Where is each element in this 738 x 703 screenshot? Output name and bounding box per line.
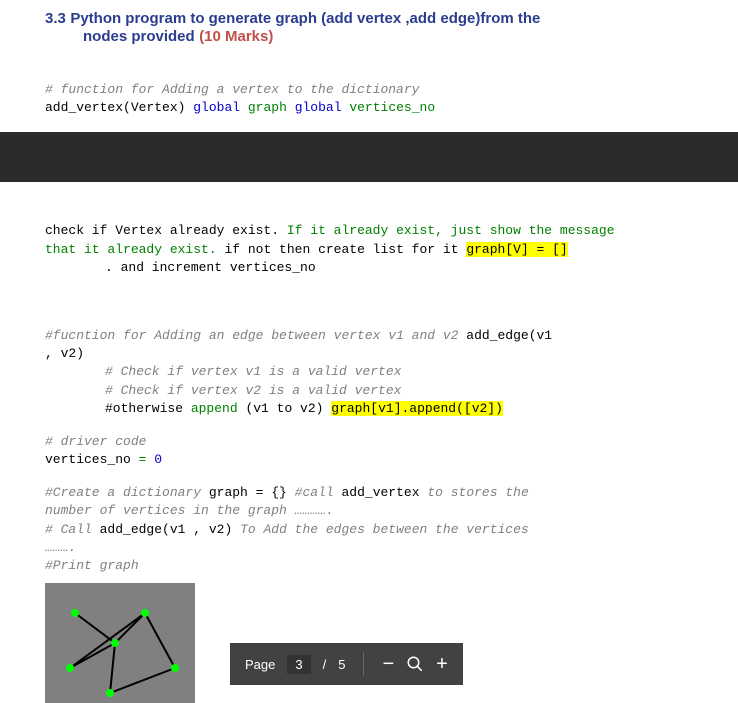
code-text: add_vertex — [342, 485, 420, 500]
comment-line: to stores the — [427, 485, 528, 500]
comment-line: To Add the edges between the vertices — [240, 522, 529, 537]
code-text: add_edge(v1 — [466, 328, 552, 343]
comment-line: #Create a dictionary — [45, 485, 201, 500]
comment-line: #fucntion for Adding an edge between ver… — [45, 328, 458, 343]
code-block-3: #fucntion for Adding an edge between ver… — [0, 327, 738, 418]
identifier: graph — [248, 100, 287, 115]
dark-separator — [0, 132, 738, 182]
total-pages: 5 — [338, 657, 345, 672]
question-header: 3.3 Python program to generate graph (ad… — [0, 0, 738, 61]
code-block-4: # driver code vertices_no = 0 — [0, 433, 738, 469]
identifier: vertices_no — [349, 100, 435, 115]
code-text: 0 — [154, 452, 162, 467]
graph-image — [45, 583, 195, 703]
code-block-2: check if Vertex already exist. If it alr… — [0, 222, 738, 277]
comment-line: number of vertices in the graph …………. — [45, 502, 693, 520]
code-text: vertices_no — [45, 452, 131, 467]
section-title-line2: nodes provided — [83, 28, 195, 45]
comment-line: # Call — [45, 522, 92, 537]
code-text: if not then create list for it — [224, 242, 458, 257]
comment-line: # driver code — [45, 433, 693, 451]
marks-label: (10 Marks) — [199, 28, 273, 45]
code-text: that it already exist. — [45, 242, 217, 257]
code-text: , v2) — [45, 345, 693, 363]
comment-line: # Check if vertex v2 is a valid vertex — [45, 382, 693, 400]
zoom-out-icon[interactable]: − — [382, 653, 394, 676]
keyword: global — [193, 100, 240, 115]
section-number: 3.3 — [45, 10, 66, 27]
section-title-line1: Python program to generate graph (add ve… — [70, 10, 540, 27]
code-text: check if Vertex already exist. — [45, 223, 279, 238]
comment-line: #Print graph — [45, 557, 693, 575]
toolbar-divider — [363, 652, 364, 676]
code-text: graph = {} — [209, 485, 287, 500]
code-text: = — [139, 452, 147, 467]
comment-line: ………. — [45, 539, 693, 557]
highlighted-code: graph[v1].append([v2]) — [331, 401, 503, 416]
code-text: add_edge(v1 , v2) — [100, 522, 233, 537]
code-text: append — [191, 401, 238, 416]
code-text: (v1 to v2) — [245, 401, 323, 416]
code-text: add_vertex(Vertex) — [45, 100, 185, 115]
zoom-icon[interactable] — [406, 655, 424, 673]
page-separator: / — [323, 657, 327, 672]
code-text: . and increment vertices_no — [105, 260, 316, 275]
keyword: global — [295, 100, 342, 115]
code-text: #otherwise — [105, 401, 183, 416]
highlighted-code: graph[V] = [] — [466, 242, 567, 257]
comment-line: # function for Adding a vertex to the di… — [45, 81, 693, 99]
code-block-1: # function for Adding a vertex to the di… — [0, 81, 738, 117]
page-label: Page — [245, 657, 275, 672]
zoom-in-icon[interactable]: + — [436, 653, 448, 676]
comment-line: #call — [295, 485, 334, 500]
current-page[interactable]: 3 — [287, 655, 310, 674]
code-block-5: #Create a dictionary graph = {} #call ad… — [0, 484, 738, 575]
pdf-toolbar: Page 3 / 5 − + — [230, 643, 463, 685]
code-text: If it already exist, just show the messa… — [287, 223, 615, 238]
comment-line: # Check if vertex v1 is a valid vertex — [45, 363, 693, 381]
